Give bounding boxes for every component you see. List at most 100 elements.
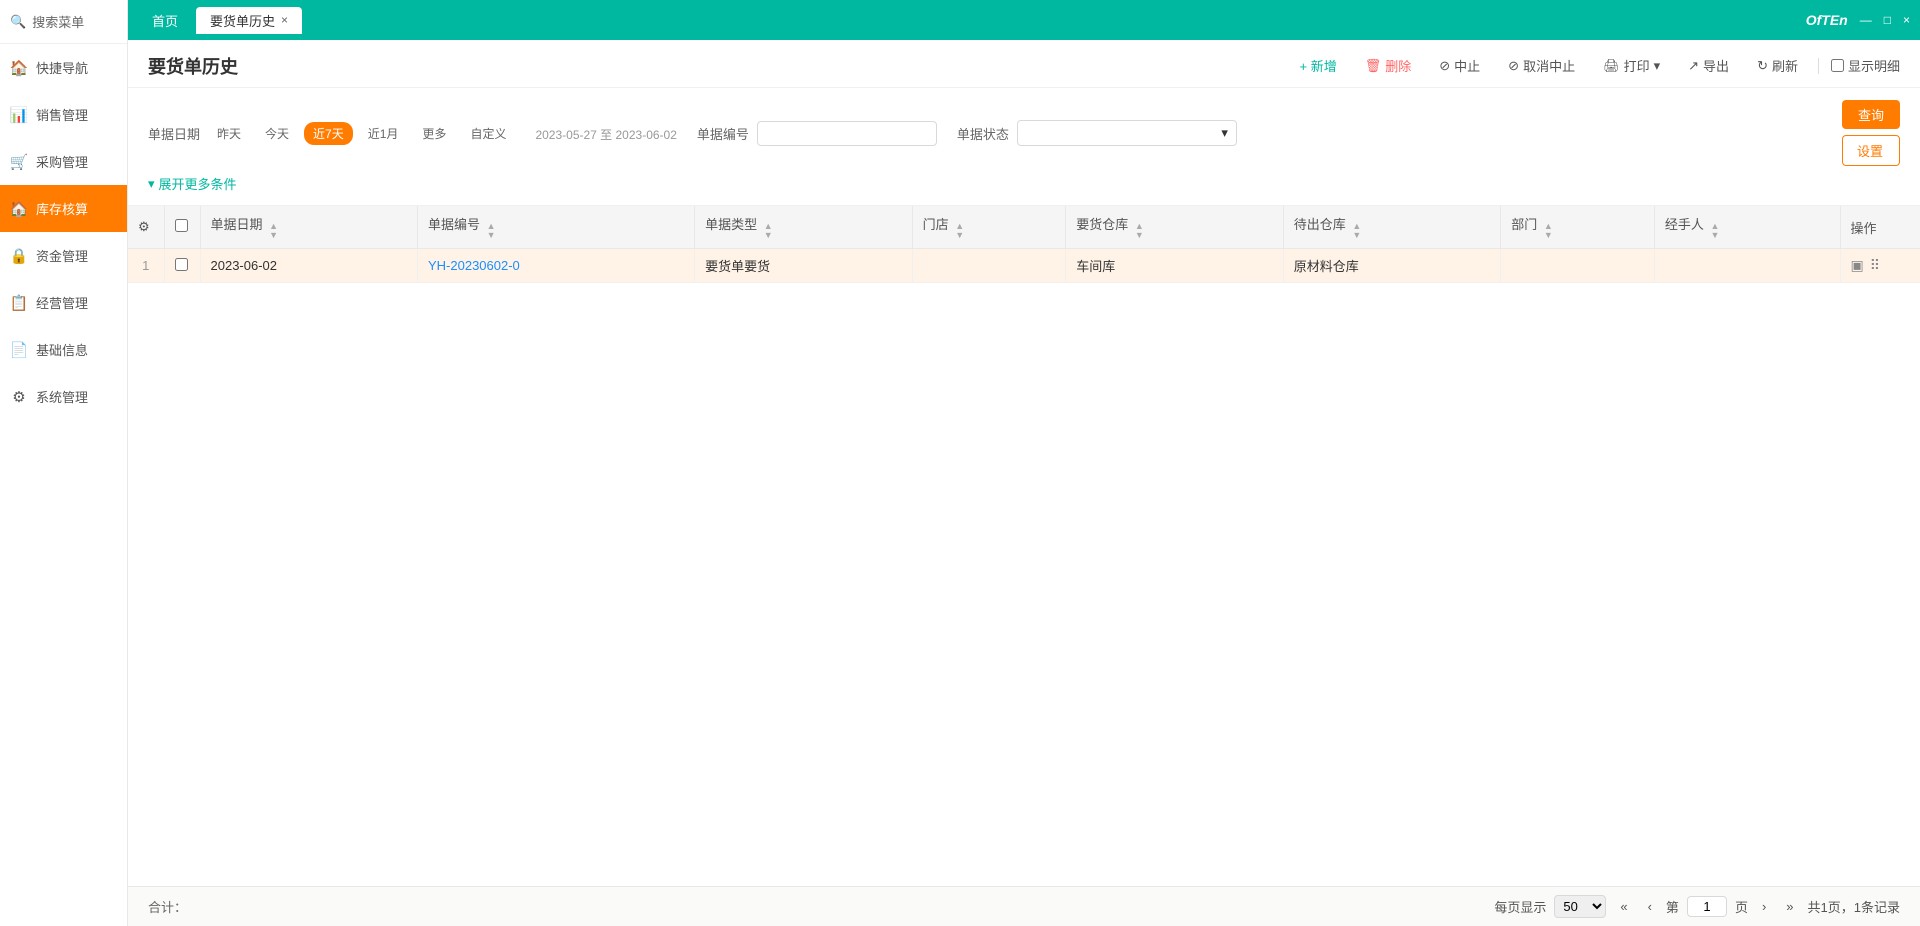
cart-icon: 🛒 [10, 153, 28, 171]
page-input[interactable] [1687, 896, 1727, 917]
date-btn-yesterday[interactable]: 昨天 [208, 122, 250, 145]
view-action-icon[interactable]: ▣ [1851, 257, 1864, 274]
doc-no-label: 单据编号 [697, 124, 749, 143]
table-footer: 合计： 每页显示 50 100 200 « ‹ 第 页 › » 共1页，1条记录 [128, 886, 1920, 926]
sidebar: 🔍 搜索菜单 🏠 快捷导航 📊 销售管理 🛒 采购管理 🏠 库存核算 🔒 资金管… [0, 0, 128, 926]
sidebar-item-sales-label: 销售管理 [36, 105, 88, 124]
sidebar-item-basic[interactable]: 📄 基础信息 [0, 326, 127, 373]
col-actions: 操作 [1840, 206, 1920, 249]
col-doc-date[interactable]: 单据日期 ▲▼ [200, 206, 418, 249]
col-checkbox [164, 206, 200, 249]
sidebar-item-purchase[interactable]: 🛒 采购管理 [0, 138, 127, 185]
doc-no-filter-group: 单据编号 [697, 121, 937, 146]
table-row: 1 2023-06-02 YH-20230602-0 要货单要货 车间库 原材料… [128, 249, 1920, 283]
sidebar-item-basic-label: 基础信息 [36, 340, 88, 359]
pagination: 每页显示 50 100 200 « ‹ 第 页 › » 共1页，1条记录 [1494, 895, 1900, 918]
topbar-right: OfTEn — □ × [1806, 12, 1910, 28]
more-action-icon[interactable]: ⠿ [1870, 257, 1880, 274]
stop-button[interactable]: ⊘ 中止 [1431, 52, 1488, 79]
stop-icon: ⊘ [1439, 58, 1450, 74]
col-store[interactable]: 门店 ▲▼ [912, 206, 1066, 249]
data-table: ⚙ 单据日期 ▲▼ 单据编号 ▲▼ 单据类型 ▲▼ 门店 ▲▼ 要货仓库 ▲▼ … [128, 206, 1920, 283]
refresh-button[interactable]: ↻ 刷新 [1749, 52, 1806, 79]
query-button[interactable]: 查询 [1842, 100, 1900, 129]
status-select[interactable]: ▾ [1017, 120, 1237, 146]
row-num: 1 [128, 249, 164, 283]
date-btn-more[interactable]: 更多 [413, 122, 455, 145]
date-btn-custom[interactable]: 自定义 [461, 122, 515, 145]
select-all-checkbox[interactable] [175, 219, 188, 232]
settings-button[interactable]: 设置 [1842, 135, 1900, 166]
tab-home[interactable]: 首页 [138, 7, 192, 34]
show-detail-wrap: 显示明细 [1831, 56, 1900, 75]
date-btn-7days[interactable]: 近7天 [304, 122, 353, 145]
toolbar: + 新增 🗑 删除 ⊘ 中止 ⊘ 取消中止 🖨 打印 ▾ [1291, 52, 1900, 79]
tab-close-icon[interactable]: × [281, 13, 288, 27]
row-handler [1654, 249, 1840, 283]
date-filter-group: 单据日期 昨天 今天 近7天 近1月 更多 自定义 [148, 122, 515, 145]
per-page-label: 每页显示 [1494, 897, 1546, 916]
col-dept[interactable]: 部门 ▲▼ [1501, 206, 1655, 249]
chart-icon: 📊 [10, 106, 28, 124]
tab-active-label: 要货单历史 [210, 11, 275, 30]
sidebar-item-system[interactable]: ⚙ 系统管理 [0, 373, 127, 420]
cancel-stop-button[interactable]: ⊘ 取消中止 [1500, 52, 1583, 79]
sidebar-search[interactable]: 🔍 搜索菜单 [0, 0, 127, 44]
clipboard-icon: 📋 [10, 294, 28, 312]
filter-bar: 单据日期 昨天 今天 近7天 近1月 更多 自定义 2023-05-27 至 2… [128, 88, 1920, 206]
date-filter-label: 单据日期 [148, 124, 200, 143]
expand-label: 展开更多条件 [159, 174, 237, 193]
prev-page-btn[interactable]: ‹ [1642, 897, 1658, 916]
row-checkbox[interactable] [164, 249, 200, 283]
status-label: 单据状态 [957, 124, 1009, 143]
date-btn-today[interactable]: 今天 [256, 122, 298, 145]
total-info: 共1页，1条记录 [1808, 897, 1900, 916]
next-page-btn[interactable]: › [1756, 897, 1772, 916]
sidebar-item-finance[interactable]: 🔒 资金管理 [0, 232, 127, 279]
date-range-text: 2023-05-27 至 2023-06-02 [535, 126, 676, 143]
window-close-btn[interactable]: × [1903, 13, 1910, 27]
sidebar-item-sales[interactable]: 📊 销售管理 [0, 91, 127, 138]
date-btn-1month[interactable]: 近1月 [359, 122, 408, 145]
col-pending-warehouse[interactable]: 待出仓库 ▲▼ [1283, 206, 1501, 249]
table-wrap: ⚙ 单据日期 ▲▼ 单据编号 ▲▼ 单据类型 ▲▼ 门店 ▲▼ 要货仓库 ▲▼ … [128, 206, 1920, 886]
new-button[interactable]: + 新增 [1291, 52, 1344, 79]
col-doc-no[interactable]: 单据编号 ▲▼ [418, 206, 695, 249]
tab-home-label: 首页 [152, 11, 178, 30]
doc-no-link[interactable]: YH-20230602-0 [428, 258, 520, 273]
col-handler[interactable]: 经手人 ▲▼ [1654, 206, 1840, 249]
per-page-select[interactable]: 50 100 200 [1554, 895, 1606, 918]
page-title: 要货单历史 [148, 53, 238, 79]
sidebar-item-operation-label: 经营管理 [36, 293, 88, 312]
topbar-brand: OfTEn [1806, 12, 1848, 28]
export-button[interactable]: ↗ 导出 [1680, 52, 1737, 79]
window-restore-btn[interactable]: □ [1884, 13, 1891, 27]
first-page-btn[interactable]: « [1614, 897, 1633, 916]
sidebar-item-quick-nav[interactable]: 🏠 快捷导航 [0, 44, 127, 91]
row-pending-warehouse: 原材料仓库 [1283, 249, 1501, 283]
doc-icon: 📄 [10, 341, 28, 359]
col-req-warehouse[interactable]: 要货仓库 ▲▼ [1066, 206, 1284, 249]
col-doc-type[interactable]: 单据类型 ▲▼ [695, 206, 913, 249]
sidebar-item-operation[interactable]: 📋 经营管理 [0, 279, 127, 326]
expand-more-btn[interactable]: ▾ 展开更多条件 [148, 174, 1900, 201]
row-req-warehouse: 车间库 [1066, 249, 1284, 283]
col-settings[interactable]: ⚙ [128, 206, 164, 249]
row-dept [1501, 249, 1655, 283]
total-label: 合计： [148, 897, 187, 916]
print-button[interactable]: 🖨 打印 ▾ [1595, 52, 1668, 79]
cancel-stop-icon: ⊘ [1508, 58, 1519, 74]
sidebar-item-inventory[interactable]: 🏠 库存核算 [0, 185, 127, 232]
refresh-icon: ↻ [1757, 58, 1768, 74]
tab-active[interactable]: 要货单历史 × [196, 7, 302, 34]
delete-button[interactable]: 🗑 删除 [1357, 52, 1420, 79]
row-doc-no: YH-20230602-0 [418, 249, 695, 283]
page-header: 要货单历史 + 新增 🗑 删除 ⊘ 中止 ⊘ 取消中止 🖨 打印 [128, 40, 1920, 88]
window-minimize-btn[interactable]: — [1860, 13, 1872, 27]
expand-icon: ▾ [148, 176, 155, 192]
sidebar-item-inventory-label: 库存核算 [36, 199, 88, 218]
topbar: 首页 要货单历史 × OfTEn — □ × [128, 0, 1920, 40]
doc-no-input[interactable] [757, 121, 937, 146]
last-page-btn[interactable]: » [1780, 897, 1799, 916]
show-detail-checkbox[interactable] [1831, 59, 1844, 72]
